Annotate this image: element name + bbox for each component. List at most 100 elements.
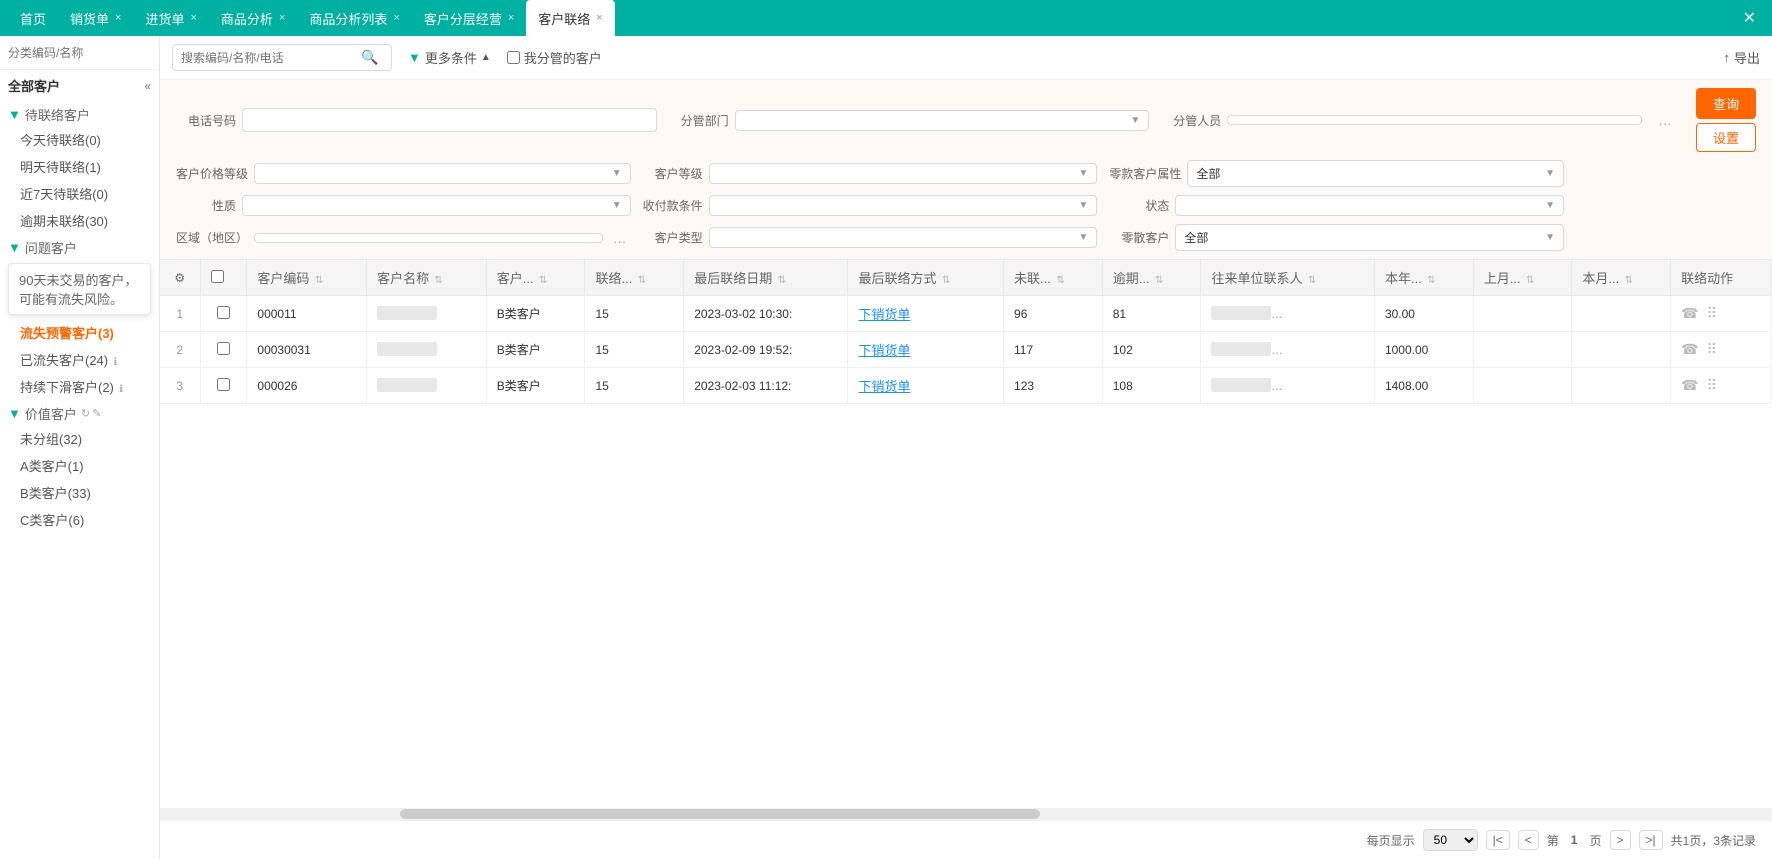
sidebar-all-customers[interactable]: 全部客户 «	[0, 70, 159, 101]
filter-actions: 查询 设置	[1696, 88, 1756, 152]
zero-attr-select[interactable]: 全部 ▼	[1187, 160, 1564, 187]
uncontacted-sort-icon[interactable]: ⇅	[1056, 275, 1064, 286]
row3-action-icons: ☎ ⠿	[1681, 377, 1761, 394]
sidebar-group-value[interactable]: ▼ 价值客户 ↻ ✎	[0, 400, 159, 425]
this-year-sort-icon[interactable]: ⇅	[1427, 275, 1435, 286]
tab-customer-tier[interactable]: 客户分层经营 ×	[412, 0, 526, 36]
row1-more-icon[interactable]: ⠿	[1707, 305, 1717, 322]
query-button[interactable]: 查询	[1696, 88, 1756, 119]
th-check[interactable]	[200, 260, 247, 296]
method-sort-icon[interactable]: ⇅	[942, 275, 950, 286]
manager-select[interactable]	[1227, 115, 1642, 125]
zero-customer-select[interactable]: 全部 ▼	[1175, 224, 1564, 251]
sidebar-item-overdue[interactable]: 逾期未联络(30)	[0, 207, 159, 234]
tab-purchase-close[interactable]: ×	[190, 12, 196, 24]
row2-action-icons: ☎ ⠿	[1681, 341, 1761, 358]
horizontal-scrollbar[interactable]	[160, 808, 1772, 820]
manager-more-icon[interactable]: …	[1654, 112, 1676, 128]
this-month-sort-icon[interactable]: ⇅	[1625, 275, 1633, 286]
first-page-button[interactable]: |<	[1486, 830, 1510, 850]
row2-this-year: 1000.00	[1374, 332, 1473, 368]
sidebar-group-problem[interactable]: ▼ 问题客户	[0, 234, 159, 259]
sidebar-group-pending[interactable]: ▼ 待联络客户	[0, 101, 159, 126]
area-more-icon[interactable]: …	[609, 230, 631, 246]
contact-sort-icon[interactable]: ⇅	[638, 275, 646, 286]
zero-customer-chevron-icon: ▼	[1545, 232, 1555, 243]
sidebar-item-week-pending[interactable]: 近7天待联络(0)	[0, 180, 159, 207]
prev-page-button[interactable]: <	[1518, 830, 1539, 850]
tab-customer-link-close[interactable]: ×	[596, 12, 602, 24]
more-filter-button[interactable]: ▼ 更多条件 ▲	[400, 44, 499, 71]
row3-check[interactable]	[200, 368, 247, 404]
tab-analysis[interactable]: 商品分析 ×	[209, 0, 297, 36]
total-records-label: 共1页，3条记录	[1671, 832, 1756, 849]
filter-row-3: 性质 ▼ 收付款条件 ▼ 状态	[176, 195, 1756, 216]
row1-check[interactable]	[200, 296, 247, 332]
tab-home[interactable]: 首页	[8, 0, 58, 36]
th-settings[interactable]: ⚙	[160, 260, 200, 296]
sidebar-item-type-a[interactable]: A类客户(1)	[0, 452, 159, 479]
row2-action: ☎ ⠿	[1671, 332, 1772, 368]
row2-check[interactable]	[200, 332, 247, 368]
export-button[interactable]: ↑ 导出	[1723, 48, 1760, 67]
my-customer-checkbox[interactable]	[507, 51, 520, 64]
sidebar-item-today-pending[interactable]: 今天待联络(0)	[0, 126, 159, 153]
window-close-button[interactable]: ✕	[1735, 8, 1764, 28]
nature-select[interactable]: ▼	[242, 195, 631, 216]
sidebar-item-type-b[interactable]: B类客户(33)	[0, 479, 159, 506]
phone-input[interactable]	[242, 108, 657, 132]
sidebar-search-input[interactable]	[8, 46, 160, 60]
level-select[interactable]: ▼	[709, 163, 1098, 184]
row1-contact: 15	[585, 296, 684, 332]
price-tier-chevron-icon: ▼	[612, 168, 622, 179]
name-sort-icon[interactable]: ⇅	[434, 275, 442, 286]
value-refresh-icon[interactable]: ↻	[81, 407, 90, 420]
type-sort-icon[interactable]: ⇅	[539, 275, 547, 286]
sidebar-item-churned[interactable]: 已流失客户(24) ℹ	[0, 346, 159, 373]
scrollbar-thumb[interactable]	[400, 809, 1040, 819]
date-sort-icon[interactable]: ⇅	[778, 275, 786, 286]
sidebar-item-type-c[interactable]: C类客户(6)	[0, 506, 159, 533]
code-sort-icon[interactable]: ⇅	[315, 275, 323, 286]
area-select[interactable]	[254, 233, 603, 243]
th-name: 客户名称 ⇅	[367, 260, 487, 296]
filter-icon: ▼	[408, 50, 421, 65]
price-tier-select[interactable]: ▼	[254, 163, 631, 184]
last-month-sort-icon[interactable]: ⇅	[1526, 275, 1534, 286]
next-page-button[interactable]: >	[1610, 830, 1631, 850]
sidebar-item-tomorrow-pending[interactable]: 明天待联络(1)	[0, 153, 159, 180]
tab-purchase[interactable]: 进货单 ×	[133, 0, 208, 36]
per-page-select[interactable]: 50 100 200	[1423, 829, 1478, 851]
row2-more-icon[interactable]: ⠿	[1707, 341, 1717, 358]
payment-select[interactable]: ▼	[709, 195, 1098, 216]
tab-sales-close[interactable]: ×	[115, 12, 121, 24]
row3-type: B类客户	[486, 368, 585, 404]
tab-analysis-close[interactable]: ×	[279, 12, 285, 24]
tab-sales[interactable]: 销货单 ×	[58, 0, 133, 36]
tab-analysis-list-close[interactable]: ×	[393, 12, 399, 24]
unit-contact-sort-icon[interactable]: ⇅	[1308, 275, 1316, 286]
tab-customer-tier-close[interactable]: ×	[508, 12, 514, 24]
customer-type-select[interactable]: ▼	[709, 227, 1098, 248]
overdue-sort-icon[interactable]: ⇅	[1155, 275, 1163, 286]
value-edit-icon[interactable]: ✎	[92, 407, 101, 420]
department-select[interactable]: ▼	[735, 110, 1150, 131]
search-input[interactable]	[181, 51, 361, 65]
settings-button[interactable]: 设置	[1696, 123, 1756, 152]
row3-more-icon[interactable]: ⠿	[1707, 377, 1717, 394]
last-page-button[interactable]: >|	[1639, 830, 1663, 850]
status-select[interactable]: ▼	[1175, 195, 1564, 216]
per-page-label: 每页显示	[1367, 832, 1415, 849]
row3-contact-icon[interactable]: ☎	[1681, 377, 1698, 394]
row1-contact-icon[interactable]: ☎	[1681, 305, 1698, 322]
row1-this-month	[1572, 296, 1671, 332]
row2-contact-icon[interactable]: ☎	[1681, 341, 1698, 358]
sidebar-item-declining[interactable]: 持续下滑客户(2) ℹ	[0, 373, 159, 400]
search-button[interactable]: 🔍	[361, 49, 378, 66]
tab-analysis-list[interactable]: 商品分析列表 ×	[297, 0, 411, 36]
sidebar-item-ungrouped[interactable]: 未分组(32)	[0, 425, 159, 452]
tab-customer-link[interactable]: 客户联络 ×	[526, 0, 614, 36]
select-all-checkbox[interactable]	[211, 270, 224, 283]
sidebar-item-churn-warning[interactable]: 流失预警客户(3)	[0, 319, 159, 346]
row2-last-month	[1473, 332, 1572, 368]
